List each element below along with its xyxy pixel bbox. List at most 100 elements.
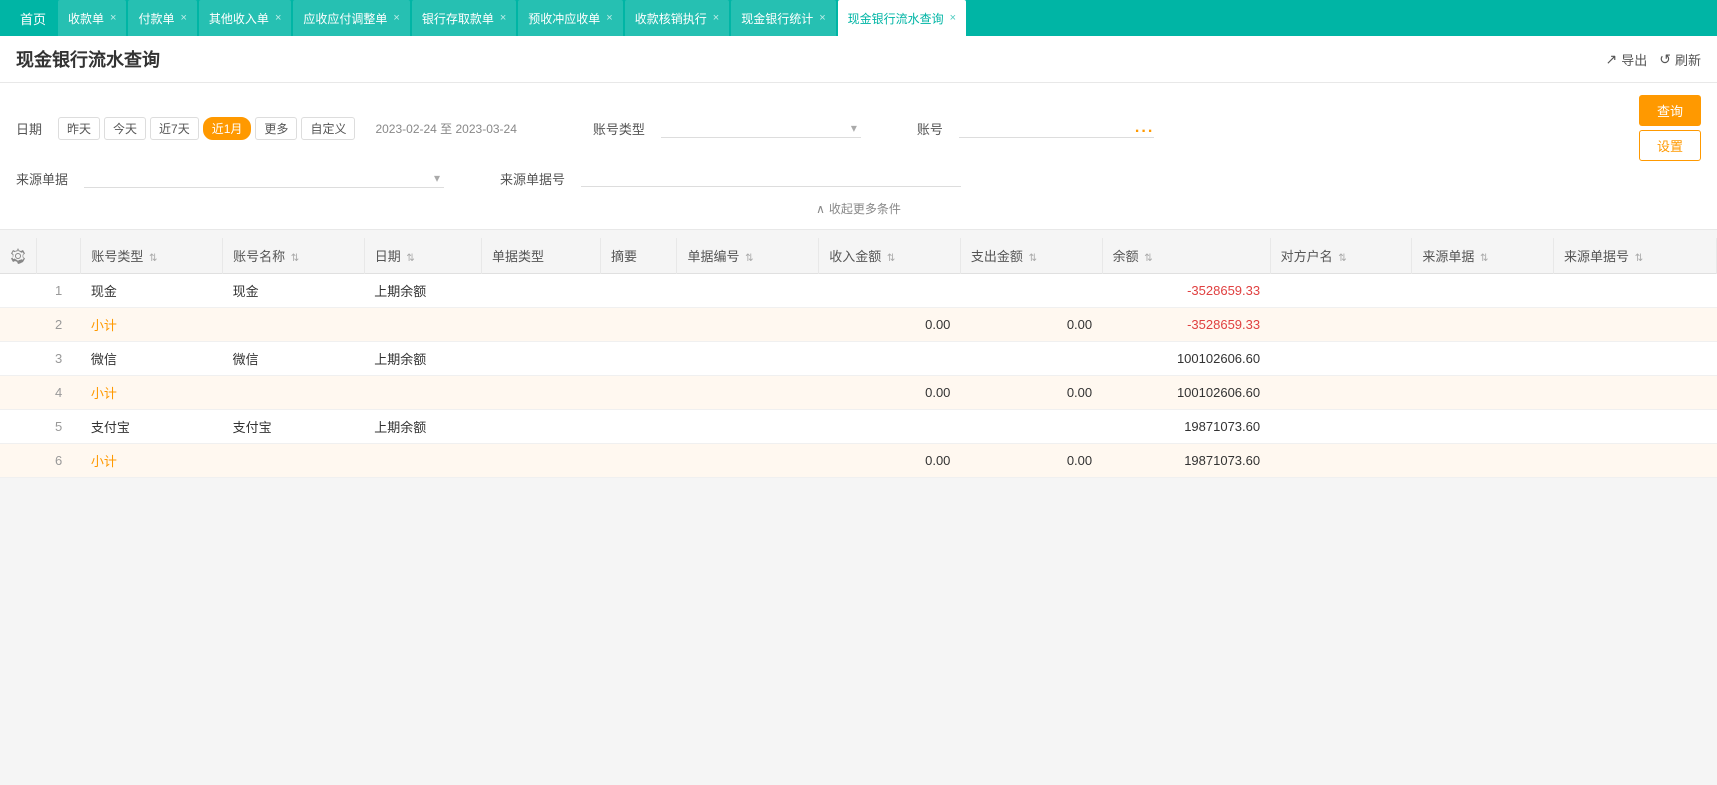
sort-icon: ⇅: [1480, 253, 1488, 264]
gear-icon[interactable]: [10, 248, 26, 264]
row-doc-type: [482, 274, 601, 308]
close-icon[interactable]: ×: [500, 12, 506, 24]
row-number: 3: [37, 342, 81, 376]
date-btn-1month[interactable]: 近1月: [203, 117, 252, 140]
tab-other-income[interactable]: 其他收入单 ×: [199, 0, 291, 36]
row-balance: 19871073.60: [1102, 410, 1270, 444]
source-doc-num-input-wrap: [581, 171, 961, 187]
date-btn-custom[interactable]: 自定义: [301, 117, 355, 140]
chevron-down-icon: ▾: [434, 171, 440, 185]
row-date: [364, 376, 481, 410]
close-icon[interactable]: ×: [713, 12, 719, 24]
date-btn-yesterday[interactable]: 昨天: [58, 117, 100, 140]
data-table-wrap: 账号类型 ⇅ 账号名称 ⇅ 日期 ⇅ 单据类型 摘要 单据编: [0, 238, 1717, 478]
row-income: [819, 410, 961, 444]
sort-icon: ⇅: [291, 253, 299, 264]
collapse-bar[interactable]: ∧ 收起更多条件: [16, 196, 1701, 221]
row-counterparty: [1270, 274, 1412, 308]
table-header-row: 账号类型 ⇅ 账号名称 ⇅ 日期 ⇅ 单据类型 摘要 单据编: [0, 238, 1717, 274]
date-btn-7days[interactable]: 近7天: [150, 117, 199, 140]
date-header[interactable]: 日期 ⇅: [364, 238, 481, 274]
source-doc-header[interactable]: 来源单据 ⇅: [1412, 238, 1554, 274]
sort-icon: ⇅: [406, 253, 414, 264]
table-row[interactable]: 1 现金 现金 上期余额 -3528659.33: [0, 274, 1717, 308]
row-source-doc: [1412, 308, 1554, 342]
table-row[interactable]: 4 小计 0.00 0.00 100102606.60: [0, 376, 1717, 410]
row-doc-type: [482, 308, 601, 342]
row-summary: [600, 342, 677, 376]
action-buttons: 查询 设置: [1639, 95, 1701, 161]
row-gear: [0, 308, 37, 342]
row-summary: [600, 274, 677, 308]
row-expense: 0.00: [960, 376, 1102, 410]
date-btn-more[interactable]: 更多: [255, 117, 297, 140]
row-source-doc: [1412, 410, 1554, 444]
close-icon[interactable]: ×: [275, 12, 281, 24]
row-balance: -3528659.33: [1102, 308, 1270, 342]
account-name-header[interactable]: 账号名称 ⇅: [223, 238, 365, 274]
table-row[interactable]: 3 微信 微信 上期余额 100102606.60: [0, 342, 1717, 376]
row-balance: 100102606.60: [1102, 342, 1270, 376]
row-account-type: 小计: [81, 308, 223, 342]
row-expense: [960, 342, 1102, 376]
sort-icon: ⇅: [887, 253, 895, 264]
expense-header[interactable]: 支出金额 ⇅: [960, 238, 1102, 274]
row-balance: 19871073.60: [1102, 444, 1270, 478]
account-dots[interactable]: ...: [1135, 119, 1154, 137]
row-number: 2: [37, 308, 81, 342]
row-counterparty: [1270, 376, 1412, 410]
source-doc-no-header[interactable]: 来源单据号 ⇅: [1554, 238, 1717, 274]
date-buttons: 昨天 今天 近7天 近1月 更多 自定义: [58, 117, 355, 140]
row-doc-type: [482, 410, 601, 444]
date-btn-today[interactable]: 今天: [104, 117, 146, 140]
income-header[interactable]: 收入金额 ⇅: [819, 238, 961, 274]
account-input[interactable]: [959, 120, 1135, 135]
row-counterparty: [1270, 342, 1412, 376]
account-type-header[interactable]: 账号类型 ⇅: [81, 238, 223, 274]
export-button[interactable]: ↗ 导出: [1606, 50, 1648, 69]
gear-column-header[interactable]: [0, 238, 37, 274]
sort-icon: ⇅: [1029, 253, 1037, 264]
account-input-wrap: ...: [959, 119, 1154, 138]
row-expense: [960, 410, 1102, 444]
source-doc-select[interactable]: ▾: [84, 169, 444, 188]
refresh-icon: ↺: [1659, 51, 1671, 68]
tab-ar-ap-adjust[interactable]: 应收应付调整单 ×: [293, 0, 409, 36]
close-icon[interactable]: ×: [393, 12, 399, 24]
close-icon[interactable]: ×: [180, 12, 186, 24]
table-row[interactable]: 2 小计 0.00 0.00 -3528659.33: [0, 308, 1717, 342]
header-actions: ↗ 导出 ↺ 刷新: [1606, 50, 1702, 69]
counterparty-header[interactable]: 对方户名 ⇅: [1270, 238, 1412, 274]
settings-button[interactable]: 设置: [1639, 130, 1701, 161]
query-button[interactable]: 查询: [1639, 95, 1701, 126]
tab-cash-stats[interactable]: 现金银行统计 ×: [731, 0, 835, 36]
balance-header[interactable]: 余额 ⇅: [1102, 238, 1270, 274]
source-doc-num-input[interactable]: [581, 171, 961, 186]
doc-type-header[interactable]: 单据类型: [482, 238, 601, 274]
close-icon[interactable]: ×: [819, 12, 825, 24]
row-number: 1: [37, 274, 81, 308]
export-icon: ↗: [1606, 51, 1618, 68]
doc-no-header[interactable]: 单据编号 ⇅: [677, 238, 819, 274]
tab-bank-deposit[interactable]: 银行存取款单 ×: [412, 0, 516, 36]
refresh-button[interactable]: ↺ 刷新: [1659, 50, 1701, 69]
tab-receipt[interactable]: 收款单 ×: [58, 0, 126, 36]
source-doc-num-label: 来源单据号: [500, 169, 565, 188]
tab-advance-offset[interactable]: 预收冲应收单 ×: [518, 0, 622, 36]
close-icon[interactable]: ×: [950, 12, 956, 24]
row-gear: [0, 444, 37, 478]
row-summary: [600, 444, 677, 478]
row-doc-type: [482, 376, 601, 410]
filter-row-2: 来源单据 ▾ 来源单据号: [16, 169, 1701, 188]
tab-payment[interactable]: 付款单 ×: [128, 0, 196, 36]
home-tab[interactable]: 首页: [8, 9, 58, 28]
close-icon[interactable]: ×: [606, 12, 612, 24]
table-row[interactable]: 5 支付宝 支付宝 上期余额 19871073.60: [0, 410, 1717, 444]
tab-receipt-verify[interactable]: 收款核销执行 ×: [625, 0, 729, 36]
table-row[interactable]: 6 小计 0.00 0.00 19871073.60: [0, 444, 1717, 478]
tab-cash-flow-query[interactable]: 现金银行流水查询 ×: [838, 0, 966, 36]
close-icon[interactable]: ×: [110, 12, 116, 24]
account-type-select[interactable]: ▾: [661, 119, 861, 138]
row-income: [819, 274, 961, 308]
row-counterparty: [1270, 444, 1412, 478]
